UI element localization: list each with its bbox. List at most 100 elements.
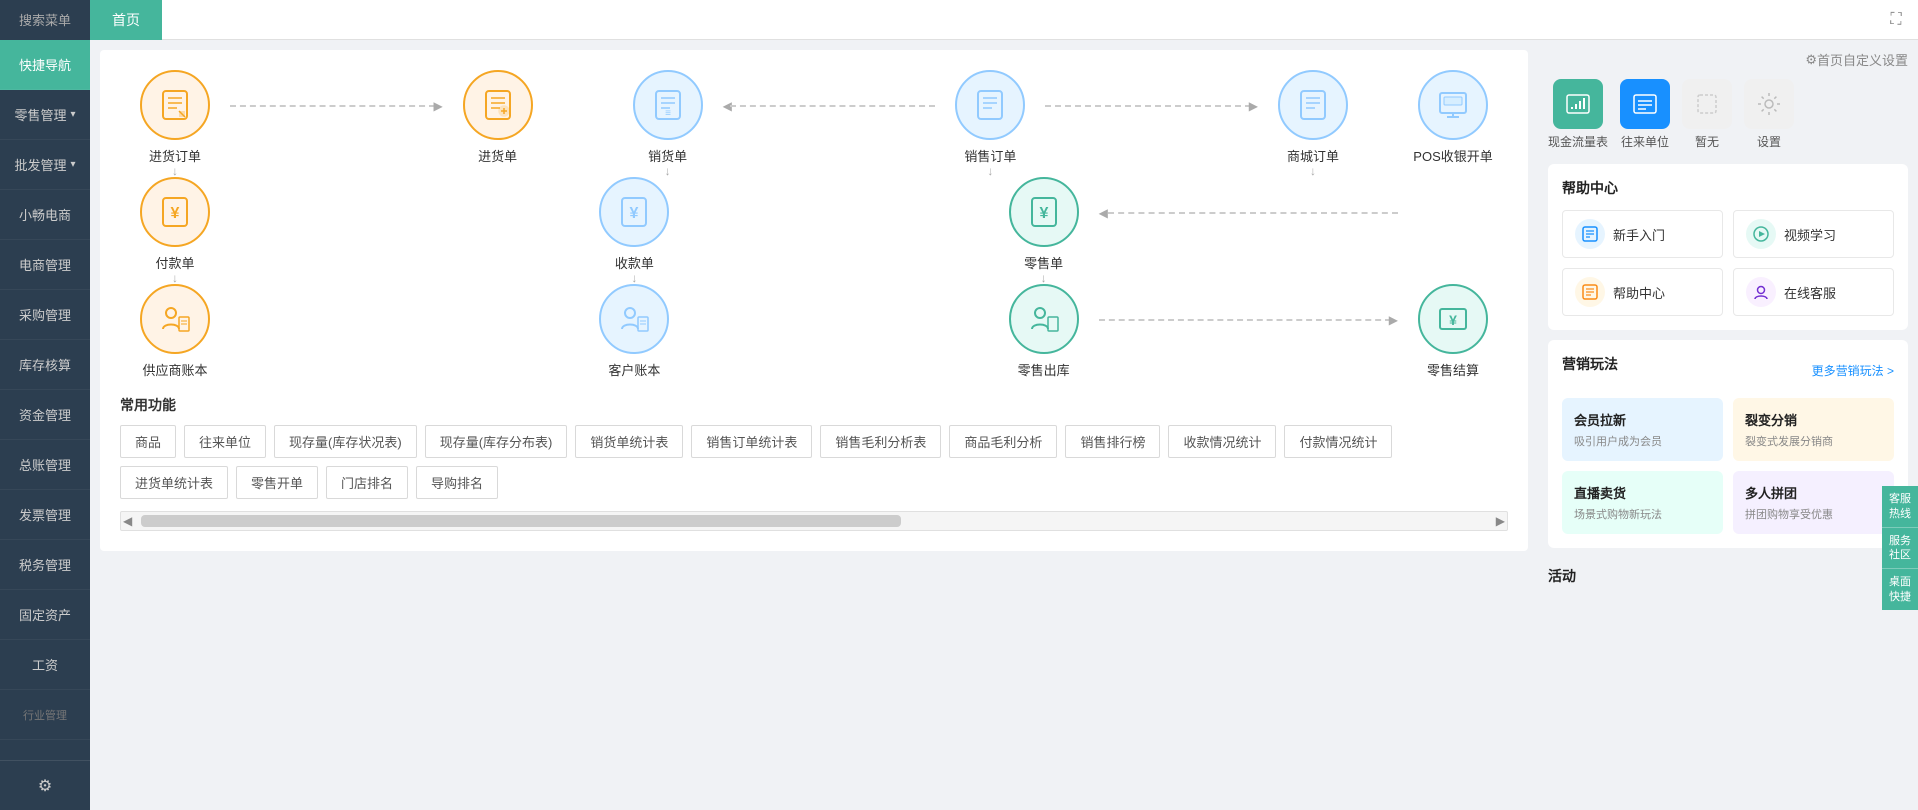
sidebar-item-inventory[interactable]: 库存核算 — [0, 340, 90, 390]
func-btn-receipt-stat[interactable]: 收款情况统计 — [1168, 425, 1276, 458]
mkt-item-viral[interactable]: 裂变分销 裂变式发展分销商 — [1733, 398, 1894, 461]
node-icon-jinhuo — [463, 70, 533, 140]
flow-label-customer: 客户账本 — [608, 360, 660, 379]
sidebar-item-more[interactable]: 行业管理 — [0, 690, 90, 740]
flow-label-lingshou: 零售单 — [1024, 253, 1063, 272]
flow-label-jinhuo: 进货单 — [478, 146, 517, 165]
help-item-video[interactable]: 视频学习 — [1733, 210, 1894, 258]
flow-node-xiaohuo[interactable]: ≡ 销货单 — [613, 70, 723, 165]
beginner-icon — [1575, 219, 1605, 249]
sidebar-item-ledger[interactable]: 总账管理 — [0, 440, 90, 490]
flow-label-shoukuan: 收款单 — [615, 253, 654, 272]
mkt-item-live[interactable]: 直播卖货 场景式购物新玩法 — [1562, 471, 1723, 534]
arrow-down-mall: ↓ — [1310, 165, 1316, 177]
float-btn-community[interactable]: 服务社区 — [1882, 528, 1918, 570]
func-btn-guide-rank[interactable]: 导购排名 — [416, 466, 498, 499]
partner-icon-box — [1620, 79, 1670, 129]
customer-service-label: 在线客服 — [1784, 283, 1836, 302]
tab-home[interactable]: 首页 — [90, 0, 162, 40]
help-grid: 新手入门 视频学习 帮助中心 — [1562, 210, 1894, 316]
gear-small-icon: ⚙ — [1805, 52, 1817, 68]
float-btn-customer-service[interactable]: 客服热线 — [1882, 486, 1918, 528]
func-btn-payment-stat[interactable]: 付款情况统计 — [1284, 425, 1392, 458]
sidebar-item-ecommerce[interactable]: 电商管理 — [0, 240, 90, 290]
flow-node-supplier-account[interactable]: 供应商账本 — [120, 284, 230, 379]
help-center-card: 帮助中心 新手入门 视频学习 — [1548, 164, 1908, 330]
mkt-item-group[interactable]: 多人拼团 拼团购物享受优惠 — [1733, 471, 1894, 534]
arrow-down-xiaohuo: ↓ — [665, 165, 671, 177]
homepage-settings-link[interactable]: 首页自定义设置 — [1817, 50, 1908, 69]
func-btn-stock-dist[interactable]: 现存量(库存分布表) — [425, 425, 568, 458]
func-btn-sales-order-stat[interactable]: 销售订单统计表 — [691, 425, 812, 458]
float-btn-desktop[interactable]: 桌面快捷 — [1882, 569, 1918, 610]
func-btn-sales-profit[interactable]: 销售毛利分析表 — [820, 425, 941, 458]
quick-icon-settings[interactable]: 设置 — [1744, 79, 1794, 150]
svg-text:¥: ¥ — [630, 205, 639, 222]
settings-icon-box — [1744, 79, 1794, 129]
scroll-thumb[interactable] — [141, 515, 901, 527]
mkt-item-member[interactable]: 会员拉新 吸引用户成为会员 — [1562, 398, 1723, 461]
func-btn-partner[interactable]: 往来单位 — [184, 425, 266, 458]
video-icon — [1746, 219, 1776, 249]
func-btn-sales-stat[interactable]: 销货单统计表 — [575, 425, 683, 458]
sidebar-item-salary[interactable]: 工资 — [0, 640, 90, 690]
fullscreen-button[interactable]: ⛶ — [1884, 8, 1908, 32]
node-icon-retail-out — [1009, 284, 1079, 354]
flow-node-fukuan[interactable]: ¥ 付款单 — [120, 177, 230, 272]
search-menu-button[interactable]: 搜索菜单 — [0, 0, 90, 40]
flow-node-jinhuo-order[interactable]: 进货订单 — [120, 70, 230, 165]
common-functions: 常用功能 商品 往来单位 现存量(库存状况表) 现存量(库存分布表) 销货单统计… — [120, 395, 1508, 499]
quick-icon-cashflow[interactable]: 现金流量表 — [1548, 79, 1608, 150]
help-item-beginner[interactable]: 新手入门 — [1562, 210, 1723, 258]
sidebar-item-finance[interactable]: 资金管理 — [0, 390, 90, 440]
help-icon — [1575, 277, 1605, 307]
node-icon-xiaohuo: ≡ — [633, 70, 703, 140]
func-btn-sales-rank[interactable]: 销售排行榜 — [1065, 425, 1160, 458]
flow-label-fukuan: 付款单 — [155, 253, 194, 272]
flow-node-lingshou[interactable]: ¥ 零售单 — [989, 177, 1099, 272]
flow-node-shoukuan[interactable]: ¥ 收款单 — [579, 177, 689, 272]
flow-node-pos[interactable]: POS收银开单 — [1398, 70, 1508, 165]
quick-icon-empty[interactable]: 暂无 — [1682, 79, 1732, 150]
node-icon-mall-order — [1278, 70, 1348, 140]
mkt-live-title: 直播卖货 — [1574, 483, 1711, 502]
sidebar-item-purchase[interactable]: 采购管理 — [0, 290, 90, 340]
marketing-header: 营销玩法 更多营销玩法 > — [1562, 354, 1894, 386]
node-icon-jinhuo-order — [140, 70, 210, 140]
scroll-left-button[interactable]: ◀ — [123, 514, 132, 528]
quick-icon-partner[interactable]: 往来单位 — [1620, 79, 1670, 150]
sidebar-item-fixed-assets[interactable]: 固定资产 — [0, 590, 90, 640]
func-btn-stock-status[interactable]: 现存量(库存状况表) — [274, 425, 417, 458]
scroll-right-button[interactable]: ▶ — [1496, 514, 1505, 528]
node-icon-customer — [599, 284, 669, 354]
sidebar-gear-button[interactable]: ⚙ — [0, 760, 90, 810]
func-btn-store-rank[interactable]: 门店排名 — [326, 466, 408, 499]
main-layout: 快捷导航 零售管理 ▾ 批发管理 ▾ 小畅电商 电商管理 采购管理 库存核算 资… — [0, 40, 1918, 810]
help-item-customer-service[interactable]: 在线客服 — [1733, 268, 1894, 316]
flow-node-mall-order[interactable]: 商城订单 — [1258, 70, 1368, 165]
flow-node-xiaoshou-order[interactable]: 销售订单 — [935, 70, 1045, 165]
sidebar-item-wholesale[interactable]: 批发管理 ▾ — [0, 140, 90, 190]
main-panel: 进货订单 ▶ 进货单 — [90, 40, 1538, 810]
sidebar-bottom: ⚙ — [0, 760, 90, 810]
help-item-help[interactable]: 帮助中心 — [1562, 268, 1723, 316]
flow-node-customer-account[interactable]: 客户账本 — [579, 284, 689, 379]
flow-node-retail-settle[interactable]: ¥ 零售结算 — [1398, 284, 1508, 379]
flow-node-retail-out[interactable]: 零售出库 — [989, 284, 1099, 379]
func-btn-retail-order[interactable]: 零售开单 — [236, 466, 318, 499]
sidebar-item-quick-nav[interactable]: 快捷导航 — [0, 40, 90, 90]
flow-label-xiaoshou-order: 销售订单 — [964, 146, 1016, 165]
sidebar-item-retail[interactable]: 零售管理 ▾ — [0, 90, 90, 140]
sidebar-item-ecommerce-small[interactable]: 小畅电商 — [0, 190, 90, 240]
flow-node-jinhuo[interactable]: 进货单 — [443, 70, 553, 165]
more-marketing-link[interactable]: 更多营销玩法 > — [1812, 362, 1894, 379]
mkt-viral-desc: 裂变式发展分销商 — [1745, 433, 1882, 449]
func-btn-goods[interactable]: 商品 — [120, 425, 176, 458]
func-btn-goods-profit[interactable]: 商品毛利分析 — [949, 425, 1057, 458]
sidebar-item-invoice[interactable]: 发票管理 — [0, 490, 90, 540]
sidebar-item-tax[interactable]: 税务管理 — [0, 540, 90, 590]
func-btn-purchase-stat[interactable]: 进货单统计表 — [120, 466, 228, 499]
common-functions-title: 常用功能 — [120, 395, 1508, 415]
customer-service-icon — [1746, 277, 1776, 307]
empty-icon-box — [1682, 79, 1732, 129]
